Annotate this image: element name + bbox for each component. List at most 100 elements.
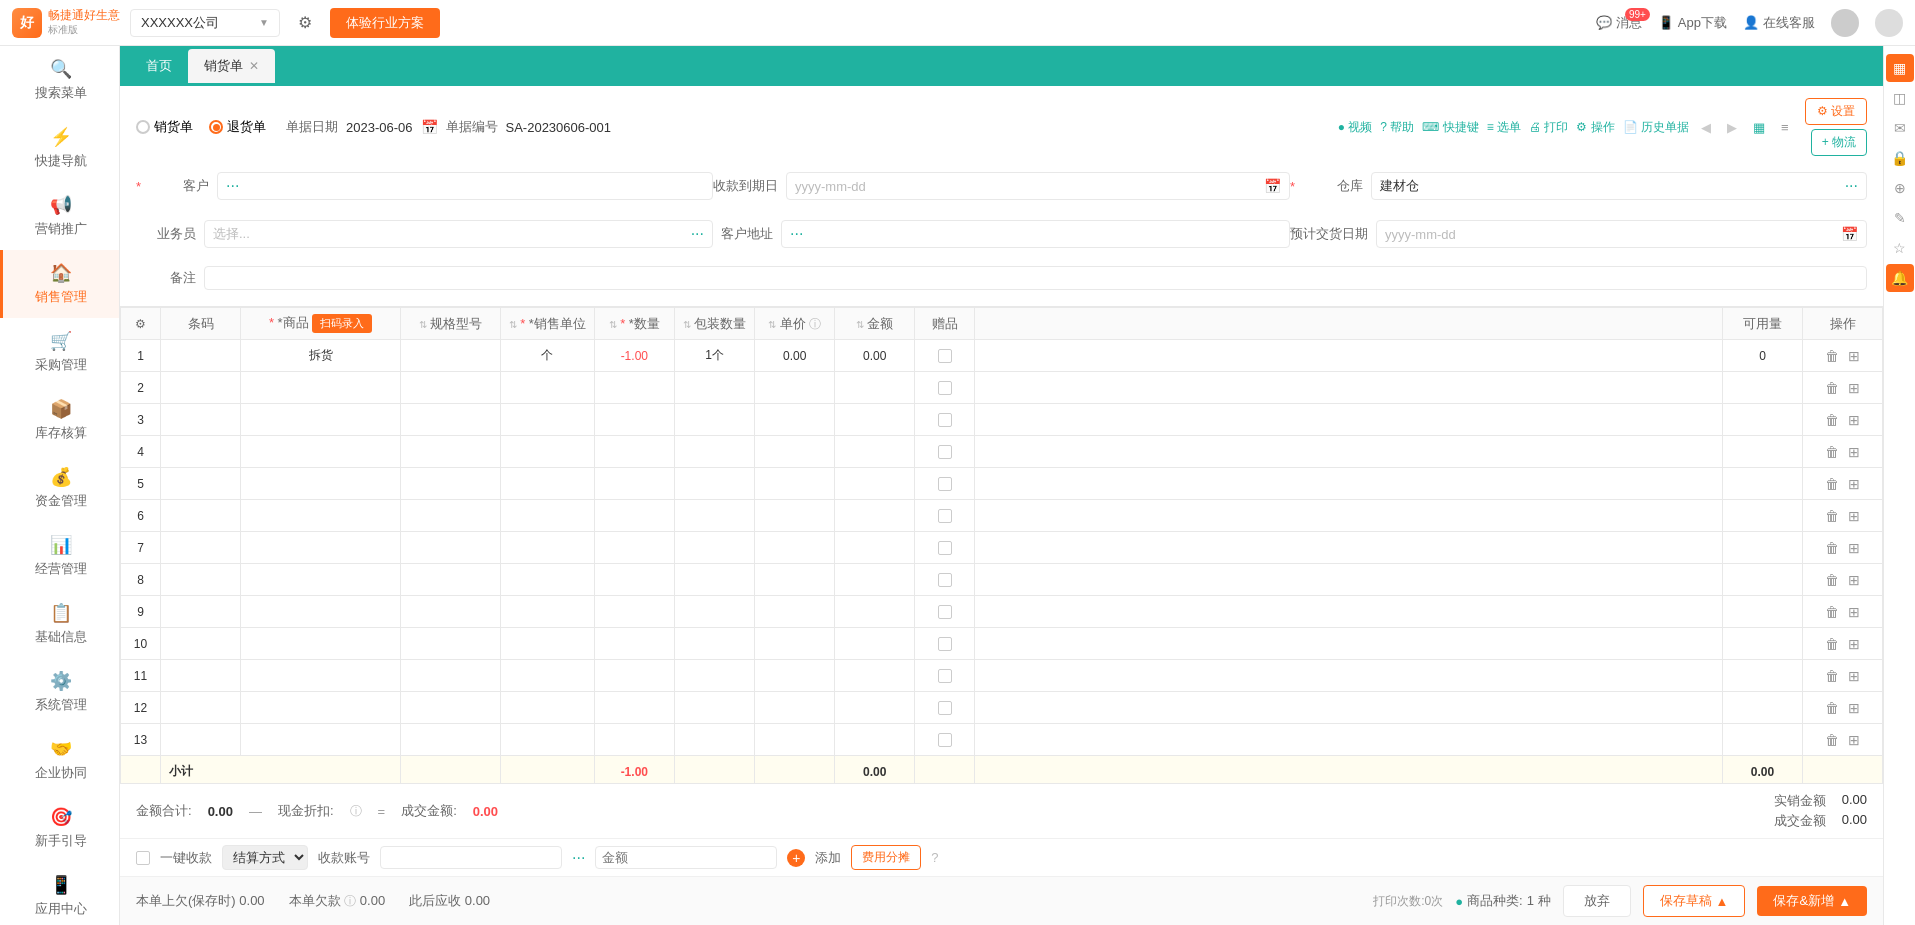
cell-pkg[interactable]: 1个 — [674, 340, 754, 372]
cell-qty[interactable] — [594, 436, 674, 468]
cell-product[interactable] — [241, 372, 401, 404]
cell-unit[interactable] — [501, 372, 595, 404]
delete-icon[interactable]: 🗑 — [1825, 668, 1839, 684]
cell-pkg[interactable] — [674, 596, 754, 628]
add-payment-button[interactable]: + — [787, 849, 805, 867]
video-link[interactable]: ● 视频 — [1338, 119, 1373, 136]
cell-qty[interactable] — [594, 724, 674, 756]
cell-gift[interactable] — [915, 372, 975, 404]
rp-notify-icon[interactable]: 🔔 — [1886, 264, 1914, 292]
cell-price[interactable] — [755, 532, 835, 564]
logistics-button[interactable]: + 物流 — [1811, 129, 1867, 156]
sort-icon-spec[interactable]: ⇅ — [419, 319, 427, 330]
settings-button[interactable]: ⚙ 设置 — [1805, 98, 1867, 125]
sidebar-item-inventory[interactable]: 📦 库存核算 — [0, 386, 119, 454]
rp-mail-icon[interactable]: ✉ — [1886, 114, 1914, 142]
calendar-icon[interactable]: 📅 — [421, 119, 438, 135]
cell-unit[interactable] — [501, 404, 595, 436]
cell-price[interactable] — [755, 372, 835, 404]
cell-unit[interactable] — [501, 660, 595, 692]
delete-icon[interactable]: 🗑 — [1825, 732, 1839, 748]
cell-qty[interactable] — [594, 660, 674, 692]
cell-amount[interactable] — [835, 596, 915, 628]
cell-product[interactable] — [241, 532, 401, 564]
scan-button[interactable]: 扫码录入 — [312, 314, 372, 333]
due-date-calendar-icon[interactable]: 📅 — [1264, 178, 1281, 194]
sidebar-item-system[interactable]: ⚙️ 系统管理 — [0, 658, 119, 726]
cell-amount[interactable] — [835, 404, 915, 436]
cell-barcode[interactable] — [161, 468, 241, 500]
salesperson-input[interactable]: 选择... ··· — [204, 220, 713, 248]
warehouse-dots[interactable]: ··· — [1845, 177, 1858, 195]
cell-pkg[interactable] — [674, 404, 754, 436]
rp-lock-icon[interactable]: 🔒 — [1886, 144, 1914, 172]
sidebar-item-sales[interactable]: 🏠 销售管理 — [0, 250, 119, 318]
cell-amount[interactable] — [835, 468, 915, 500]
copy-icon[interactable]: ⊞ — [1848, 412, 1860, 428]
copy-icon[interactable]: ⊞ — [1848, 476, 1860, 492]
settings-icon[interactable]: ⚙ — [290, 8, 320, 38]
cell-spec[interactable] — [401, 692, 501, 724]
cell-gift[interactable] — [915, 596, 975, 628]
cell-amount[interactable] — [835, 628, 915, 660]
sidebar-item-basic-info[interactable]: 📋 基础信息 — [0, 590, 119, 658]
sidebar-item-app-center[interactable]: 📱 应用中心 — [0, 862, 119, 925]
tab-sales-order[interactable]: 销货单 ✕ — [188, 49, 275, 83]
cell-unit[interactable] — [501, 724, 595, 756]
delete-icon[interactable]: 🗑 — [1825, 572, 1839, 588]
cell-unit[interactable] — [501, 628, 595, 660]
cell-amount[interactable] — [835, 660, 915, 692]
rp-plus-icon[interactable]: ⊕ — [1886, 174, 1914, 202]
delete-icon[interactable]: 🗑 — [1825, 700, 1839, 716]
cell-qty[interactable] — [594, 564, 674, 596]
cell-qty[interactable] — [594, 468, 674, 500]
nav-prev-icon[interactable]: ◀ — [1701, 120, 1711, 135]
copy-icon[interactable]: ⊞ — [1848, 348, 1860, 364]
th-settings[interactable]: ⚙ — [121, 308, 161, 340]
cell-qty[interactable]: -1.00 — [594, 340, 674, 372]
rp-layout-icon[interactable]: ◫ — [1886, 84, 1914, 112]
cell-unit[interactable] — [501, 596, 595, 628]
cell-qty[interactable] — [594, 692, 674, 724]
online-service-button[interactable]: 👤 在线客服 — [1743, 14, 1815, 32]
cell-spec[interactable] — [401, 468, 501, 500]
cell-gift[interactable] — [915, 724, 975, 756]
cell-pkg[interactable] — [674, 692, 754, 724]
radio-return-order[interactable]: 退货单 — [209, 118, 266, 136]
cell-qty[interactable] — [594, 500, 674, 532]
table-wrapper[interactable]: ⚙ 条码 * *商品 扫码录入 ⇅ — [120, 307, 1883, 783]
copy-icon[interactable]: ⊞ — [1848, 732, 1860, 748]
list-view-icon[interactable]: ≡ — [1781, 120, 1789, 135]
cell-barcode[interactable] — [161, 532, 241, 564]
cell-unit[interactable] — [501, 532, 595, 564]
cell-price[interactable] — [755, 468, 835, 500]
cell-barcode[interactable] — [161, 436, 241, 468]
cell-gift[interactable] — [915, 468, 975, 500]
copy-icon[interactable]: ⊞ — [1848, 508, 1860, 524]
warehouse-input[interactable]: 建材仓 ··· — [1371, 172, 1867, 200]
remarks-input[interactable] — [204, 266, 1867, 290]
sidebar-item-search[interactable]: 🔍 搜索菜单 — [0, 46, 119, 114]
cell-gift[interactable] — [915, 564, 975, 596]
cell-barcode[interactable] — [161, 372, 241, 404]
cell-pkg[interactable] — [674, 372, 754, 404]
cell-pkg[interactable] — [674, 532, 754, 564]
history-link[interactable]: 📄 历史单据 — [1623, 119, 1689, 136]
cell-unit[interactable] — [501, 468, 595, 500]
discount-info-icon[interactable]: ⓘ — [350, 803, 362, 820]
cell-product[interactable] — [241, 564, 401, 596]
one-click-payment-checkbox[interactable] — [136, 851, 150, 865]
debt-info-icon[interactable]: ⓘ — [344, 894, 356, 908]
cell-unit[interactable] — [501, 436, 595, 468]
cell-amount[interactable]: 0.00 — [835, 340, 915, 372]
customer-addr-dots[interactable]: ··· — [790, 225, 803, 243]
sidebar-item-quick-nav[interactable]: ⚡ 快捷导航 — [0, 114, 119, 182]
cell-spec[interactable] — [401, 596, 501, 628]
sidebar-item-enterprise[interactable]: 🤝 企业协同 — [0, 726, 119, 794]
rp-edit-icon[interactable]: ✎ — [1886, 204, 1914, 232]
cell-price[interactable] — [755, 436, 835, 468]
cell-product[interactable] — [241, 596, 401, 628]
cell-gift[interactable] — [915, 692, 975, 724]
app-download-button[interactable]: 📱 App下载 — [1658, 14, 1727, 32]
rp-star-icon[interactable]: ☆ — [1886, 234, 1914, 262]
